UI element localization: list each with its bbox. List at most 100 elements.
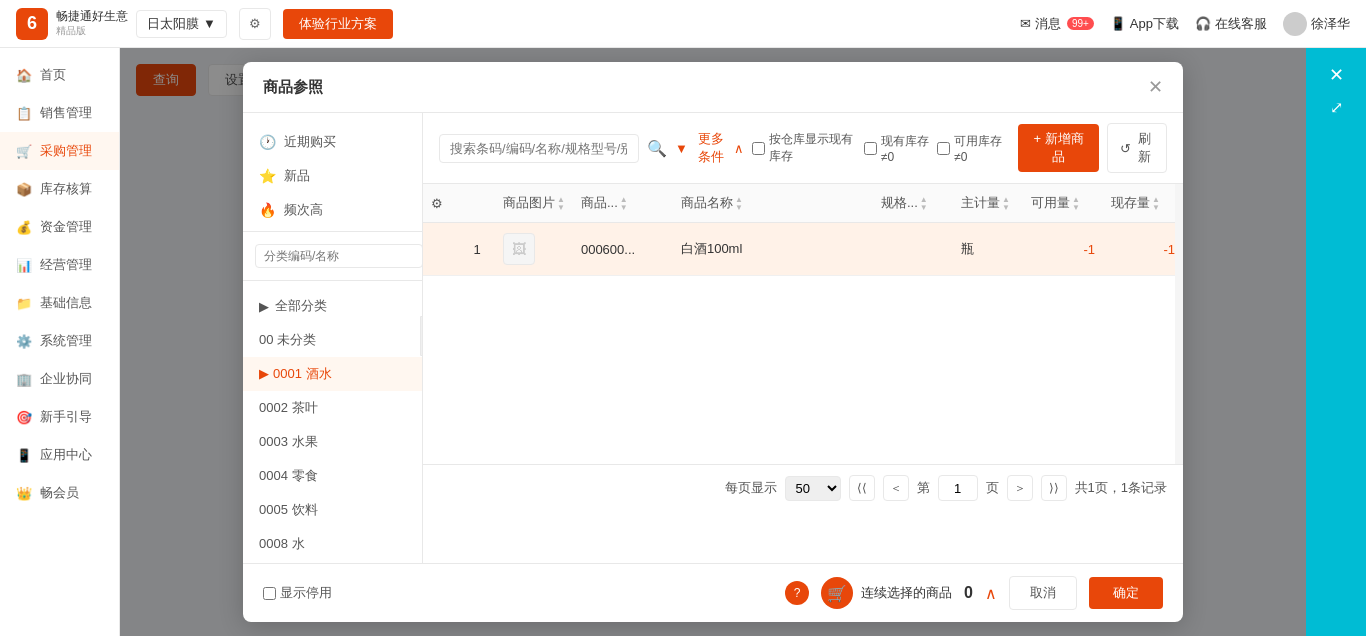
per-page-select[interactable]: 50 10 20 100 xyxy=(785,476,841,501)
enterprise-icon: 🏢 xyxy=(16,372,32,387)
refresh-button[interactable]: ↺ 刷新 xyxy=(1107,123,1167,173)
col-settings[interactable]: ⚙ xyxy=(423,184,459,223)
warehouse-checkbox[interactable] xyxy=(752,142,765,155)
user-menu[interactable]: 徐泽华 xyxy=(1283,12,1350,36)
sidebar-item-inventory[interactable]: 📦 库存核算 xyxy=(0,170,119,208)
available-checkbox-label[interactable]: 可用库存≠0 xyxy=(937,133,1002,164)
prev-page-button[interactable]: ＜ xyxy=(883,475,909,501)
category-search-row: 🔍 xyxy=(243,236,422,276)
header-right: ✉ 消息 99+ 📱 App下载 🎧 在线客服 徐泽华 xyxy=(1020,12,1350,36)
product-table-container: ⚙ 商品图片▲▼ 商品...▲▼ xyxy=(423,184,1183,464)
sidebar-item-home[interactable]: 🏠 首页 xyxy=(0,56,119,94)
sidebar-item-basic[interactable]: 📁 基础信息 xyxy=(0,284,119,322)
sidebar-label-sales: 销售管理 xyxy=(40,104,92,122)
show-disabled-label[interactable]: 显示停用 xyxy=(263,584,332,602)
add-product-button[interactable]: + 新增商品 xyxy=(1018,124,1099,172)
row-spec xyxy=(873,223,953,276)
filter-more-button[interactable]: ▼ 更多条件 ∧ xyxy=(675,130,744,166)
product-search-input[interactable] xyxy=(439,134,639,163)
online-service-button[interactable]: 🎧 在线客服 xyxy=(1195,15,1267,33)
row-num: 1 xyxy=(459,223,495,276)
home-icon: 🏠 xyxy=(16,68,32,83)
sidebar-item-enterprise[interactable]: 🏢 企业协同 xyxy=(0,360,119,398)
settings-button[interactable]: ⚙ xyxy=(239,8,271,40)
sidebar-item-system[interactable]: ⚙️ 系统管理 xyxy=(0,322,119,360)
system-icon: ⚙️ xyxy=(16,334,32,349)
teal-panel: ✕ ⤢ xyxy=(1306,48,1366,636)
modal-body: 🕐 近期购买 ⭐ 新品 🔥 频次高 xyxy=(243,113,1183,563)
category-0005[interactable]: 0005 饮料 xyxy=(243,493,422,527)
logo-icon: 6 xyxy=(16,8,48,40)
col-unit-header[interactable]: 主计量▲▼ xyxy=(953,184,1023,223)
col-spec-header[interactable]: 规格...▲▼ xyxy=(873,184,953,223)
warehouse-checkbox-label[interactable]: 按仓库显示现有库存 xyxy=(752,131,856,165)
cart-icon[interactable]: 🛒 xyxy=(821,577,853,609)
row-available: -1 xyxy=(1023,223,1103,276)
message-button[interactable]: ✉ 消息 99+ xyxy=(1020,15,1094,33)
cart-collapse-icon[interactable]: ∧ xyxy=(985,584,997,603)
category-search-input[interactable] xyxy=(255,244,423,268)
nav-new[interactable]: ⭐ 新品 xyxy=(243,159,422,193)
close-icon[interactable]: ✕ xyxy=(1329,64,1344,86)
col-code-header[interactable]: 商品...▲▼ xyxy=(573,184,673,223)
existing-checkbox[interactable] xyxy=(864,142,877,155)
sidebar-item-vip[interactable]: 👑 畅会员 xyxy=(0,474,119,512)
sidebar-item-guide[interactable]: 🎯 新手引导 xyxy=(0,398,119,436)
expand-icon: ▶ xyxy=(259,299,269,314)
category-00[interactable]: 00 未分类 xyxy=(243,323,422,357)
filter-more-label: 更多条件 xyxy=(692,130,730,166)
category-0003[interactable]: 0003 水果 xyxy=(243,425,422,459)
search-icon[interactable]: 🔍 xyxy=(647,139,667,158)
new-icon: ⭐ xyxy=(259,168,276,184)
logo-area: 6 畅捷通好生意 精品版 xyxy=(16,8,136,40)
col-stock-header[interactable]: 现存量▲▼ xyxy=(1103,184,1183,223)
brand-sub: 精品版 xyxy=(56,24,128,38)
table-row[interactable]: 1 🖼 000600... 白酒100ml xyxy=(423,223,1183,276)
category-0001[interactable]: ▶0001 酒水 xyxy=(243,357,422,391)
cart-area: 🛒 连续选择的商品 0 ∧ xyxy=(821,577,997,609)
category-0010[interactable]: 0010 家电 xyxy=(243,561,422,563)
page-number-input[interactable] xyxy=(938,475,978,501)
recent-icon: 🕐 xyxy=(259,134,276,150)
existing-checkbox-label[interactable]: 现有库存≠0 xyxy=(864,133,929,164)
experience-button[interactable]: 体验行业方案 xyxy=(283,9,393,39)
show-disabled-checkbox[interactable] xyxy=(263,587,276,600)
sidebar-item-operation[interactable]: 📊 经营管理 xyxy=(0,246,119,284)
sidebar-item-purchase[interactable]: 🛒 采购管理 xyxy=(0,132,119,170)
cart-label: 连续选择的商品 xyxy=(861,584,952,602)
sidebar-item-finance[interactable]: 💰 资金管理 xyxy=(0,208,119,246)
cancel-button[interactable]: 取消 xyxy=(1009,576,1077,610)
sidebar-item-sales[interactable]: 📋 销售管理 xyxy=(0,94,119,132)
help-icon[interactable]: ? xyxy=(785,581,809,605)
table-scrollbar[interactable] xyxy=(1175,184,1183,464)
table-body: 1 🖼 000600... 白酒100ml xyxy=(423,223,1183,276)
store-selector[interactable]: 日太阳膜 ▼ xyxy=(136,10,227,38)
category-all-label: 全部分类 xyxy=(275,297,327,315)
app-download-button[interactable]: 📱 App下载 xyxy=(1110,15,1179,33)
row-unit: 瓶 xyxy=(953,223,1023,276)
col-name-header[interactable]: 商品名称▲▼ xyxy=(673,184,873,223)
expand-icon-right[interactable]: ⤢ xyxy=(1330,98,1343,117)
sidebar-item-appstore[interactable]: 📱 应用中心 xyxy=(0,436,119,474)
first-page-button[interactable]: ⟨⟨ xyxy=(849,475,875,501)
col-avail-header[interactable]: 可用量▲▼ xyxy=(1023,184,1103,223)
category-0002[interactable]: 0002 茶叶 xyxy=(243,391,422,425)
nav-frequent[interactable]: 🔥 频次高 xyxy=(243,193,422,227)
sidebar-label-inventory: 库存核算 xyxy=(40,180,92,198)
frequent-icon: 🔥 xyxy=(259,202,276,218)
category-0004[interactable]: 0004 零食 xyxy=(243,459,422,493)
sidebar-label-finance: 资金管理 xyxy=(40,218,92,236)
next-page-button[interactable]: ＞ xyxy=(1007,475,1033,501)
sidebar-label-purchase: 采购管理 xyxy=(40,142,92,160)
divider2 xyxy=(243,280,422,281)
sidebar-label-guide: 新手引导 xyxy=(40,408,92,426)
product-table: ⚙ 商品图片▲▼ 商品...▲▼ xyxy=(423,184,1183,276)
available-checkbox[interactable] xyxy=(937,142,950,155)
confirm-button[interactable]: 确定 xyxy=(1089,577,1163,609)
category-all[interactable]: ▶ 全部分类 xyxy=(243,289,422,323)
modal-close-button[interactable]: ✕ xyxy=(1148,76,1163,98)
category-0008[interactable]: 0008 水 xyxy=(243,527,422,561)
table-header: ⚙ 商品图片▲▼ 商品...▲▼ xyxy=(423,184,1183,223)
nav-recent[interactable]: 🕐 近期购买 xyxy=(243,125,422,159)
last-page-button[interactable]: ⟩⟩ xyxy=(1041,475,1067,501)
